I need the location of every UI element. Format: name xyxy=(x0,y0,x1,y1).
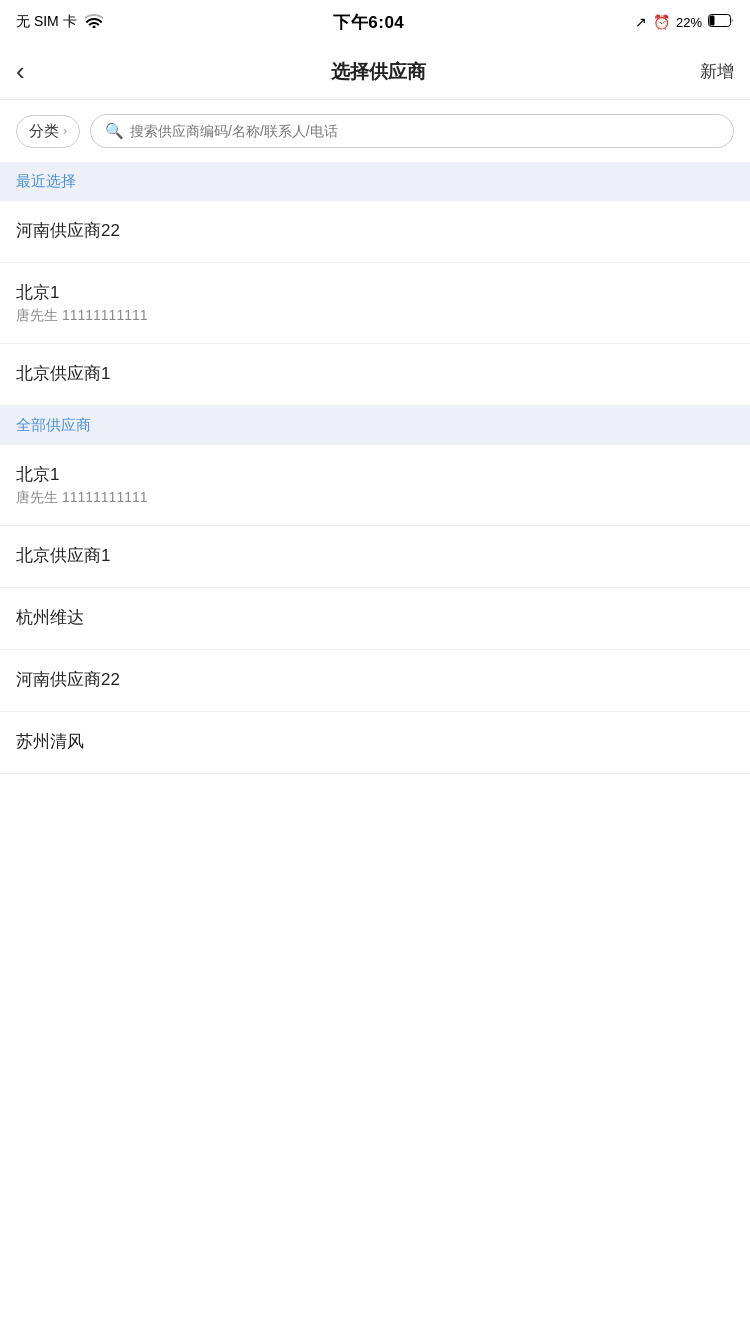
category-button[interactable]: 分类 › xyxy=(16,115,80,148)
item-name: 北京1 xyxy=(16,281,734,304)
battery-label: 22% xyxy=(676,15,702,30)
search-icon: 🔍 xyxy=(105,122,124,140)
page-title: 选择供应商 xyxy=(331,59,426,85)
all-section-header: 全部供应商 xyxy=(0,406,750,445)
list-item[interactable]: 河南供应商22 xyxy=(0,650,750,712)
chevron-right-icon: › xyxy=(63,124,67,138)
all-section-label: 全部供应商 xyxy=(16,416,91,433)
item-name: 北京供应商1 xyxy=(16,544,734,567)
location-icon: ↗ xyxy=(635,14,647,30)
back-button[interactable]: ‹ xyxy=(16,56,56,87)
alarm-icon: ⏰ xyxy=(653,14,670,30)
all-list: 北京1 唐先生 11111111111 北京供应商1 杭州维达 河南供应商22 … xyxy=(0,445,750,774)
item-name: 河南供应商22 xyxy=(16,219,734,242)
status-time: 下午6:04 xyxy=(333,11,404,34)
recent-section-header: 最近选择 xyxy=(0,162,750,201)
item-sub: 唐先生 11111111111 xyxy=(16,307,734,325)
item-name: 河南供应商22 xyxy=(16,668,734,691)
svg-rect-1 xyxy=(709,16,714,26)
recent-list: 河南供应商22 北京1 唐先生 11111111111 北京供应商1 xyxy=(0,201,750,406)
list-item[interactable]: 杭州维达 xyxy=(0,588,750,650)
item-name: 北京1 xyxy=(16,463,734,486)
recent-section-label: 最近选择 xyxy=(16,172,76,189)
list-item[interactable]: 苏州清风 xyxy=(0,712,750,774)
no-sim-label: 无 SIM 卡 xyxy=(16,13,77,31)
wifi-icon xyxy=(85,14,103,31)
status-bar: 无 SIM 卡 下午6:04 ↗ ⏰ 22% xyxy=(0,0,750,44)
list-item[interactable]: 北京供应商1 xyxy=(0,344,750,406)
status-right: ↗ ⏰ 22% xyxy=(635,14,734,30)
item-name: 杭州维达 xyxy=(16,606,734,629)
search-input[interactable] xyxy=(130,123,719,139)
search-input-wrap[interactable]: 🔍 xyxy=(90,114,734,148)
list-item[interactable]: 北京1 唐先生 11111111111 xyxy=(0,263,750,344)
item-name: 苏州清风 xyxy=(16,730,734,753)
search-area: 分类 › 🔍 xyxy=(0,100,750,162)
item-name: 北京供应商1 xyxy=(16,362,734,385)
list-item[interactable]: 北京1 唐先生 11111111111 xyxy=(0,445,750,526)
category-label: 分类 xyxy=(29,122,59,141)
list-item[interactable]: 北京供应商1 xyxy=(0,526,750,588)
battery-icon xyxy=(708,14,734,30)
add-button[interactable]: 新增 xyxy=(700,60,734,83)
status-left: 无 SIM 卡 xyxy=(16,13,103,31)
nav-bar: ‹ 选择供应商 新增 xyxy=(0,44,750,100)
list-item[interactable]: 河南供应商22 xyxy=(0,201,750,263)
item-sub: 唐先生 11111111111 xyxy=(16,489,734,507)
